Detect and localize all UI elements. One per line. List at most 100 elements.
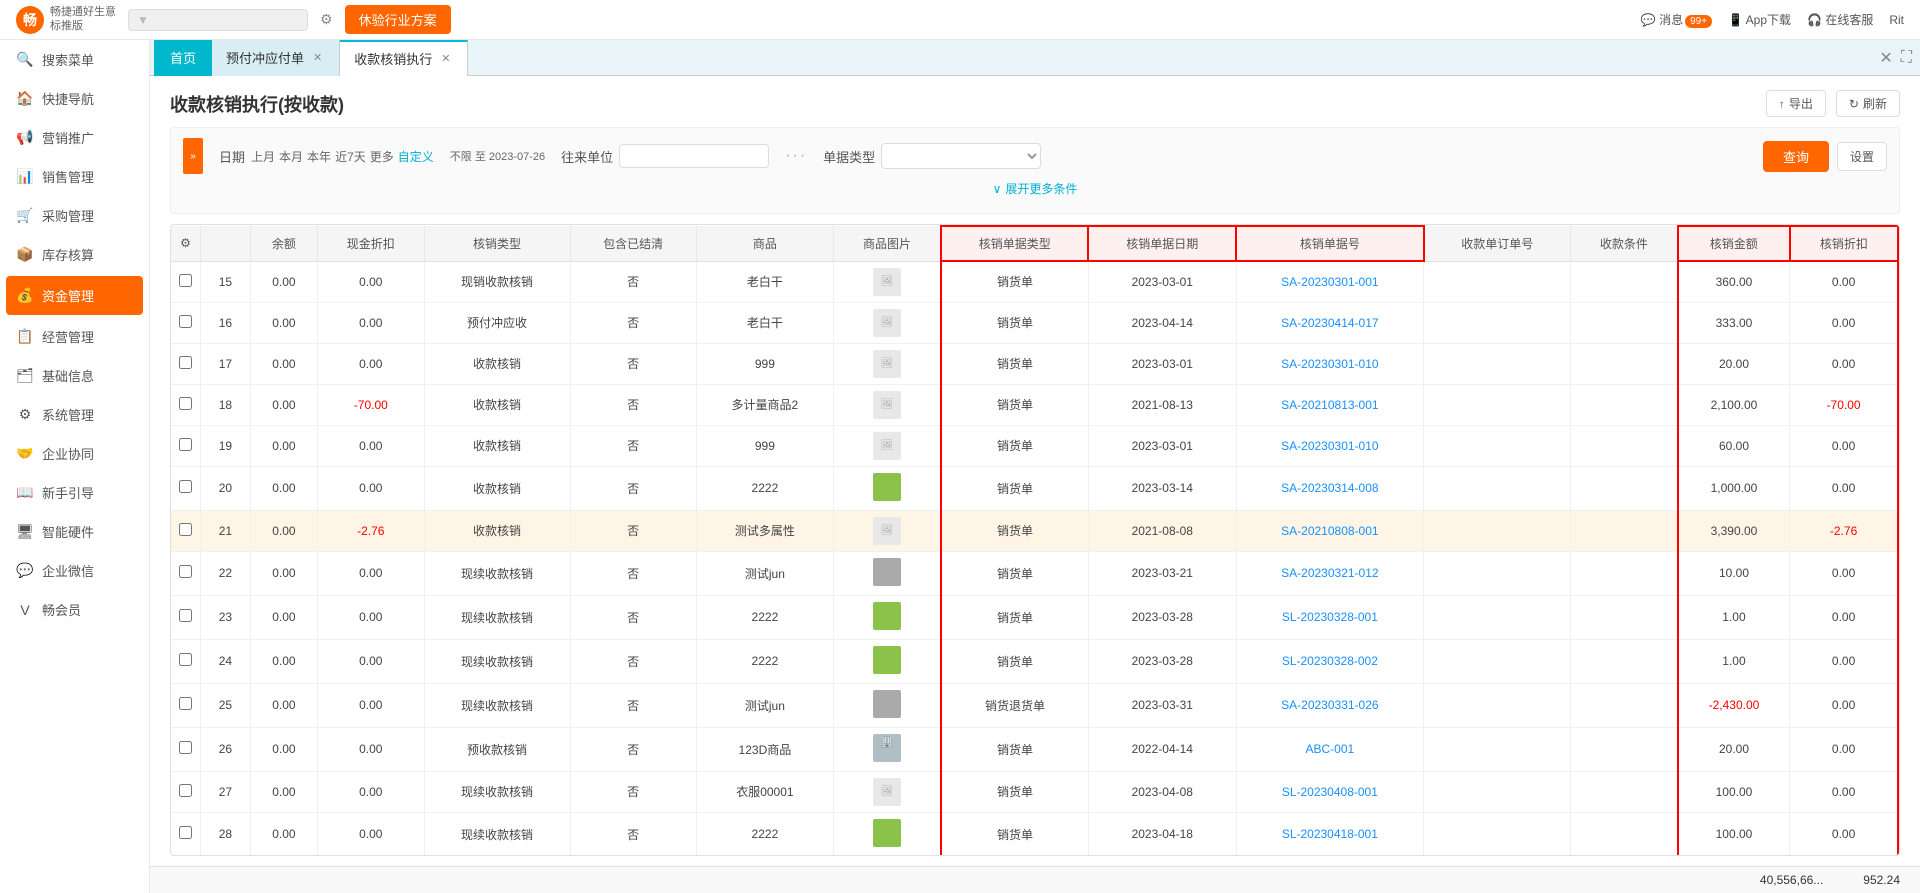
app-download-link[interactable]: 📱 App下载: [1728, 11, 1791, 28]
cell-checkbox[interactable]: [171, 384, 201, 425]
row-checkbox[interactable]: [179, 315, 192, 328]
row-checkbox[interactable]: [179, 826, 192, 839]
cell-checkbox[interactable]: [171, 639, 201, 683]
tab-home[interactable]: 首页: [154, 40, 212, 76]
expand-more-btn[interactable]: ∨ 展开更多条件: [993, 180, 1078, 197]
cancel-no-link[interactable]: SA-20230314-008: [1281, 481, 1378, 495]
cell-cancel-no[interactable]: SL-20230328-002: [1236, 639, 1424, 683]
tab-maximize-icon[interactable]: ⛶: [1901, 49, 1912, 67]
sidebar-item-system[interactable]: ⚙系统管理: [0, 395, 149, 434]
sidebar-item-corp[interactable]: 🤝企业协同: [0, 434, 149, 473]
top-search-input[interactable]: ▼: [128, 9, 308, 31]
sidebar-item-sales[interactable]: 📊销售管理: [0, 157, 149, 196]
row-checkbox[interactable]: [179, 609, 192, 622]
sidebar-item-smart-hw[interactable]: 🖥智能硬件: [0, 512, 149, 551]
export-button[interactable]: ↑ 导出: [1766, 90, 1826, 117]
row-checkbox[interactable]: [179, 697, 192, 710]
tab-prepay-close[interactable]: ✕: [310, 50, 325, 65]
settings-button[interactable]: 设置: [1837, 142, 1887, 171]
sidebar-item-marketing[interactable]: 📢营销推广: [0, 118, 149, 157]
tab-receipt[interactable]: 收款核销执行 ✕: [340, 40, 468, 76]
cancel-no-link[interactable]: SL-20230418-001: [1282, 827, 1378, 841]
cancel-no-link[interactable]: SA-20230301-001: [1281, 275, 1378, 289]
tab-close-all-icon[interactable]: ✕: [1879, 48, 1892, 68]
cell-checkbox[interactable]: [171, 683, 201, 727]
date-this-year[interactable]: 本年: [307, 148, 331, 165]
cell-checkbox[interactable]: [171, 302, 201, 343]
cell-cancel-no[interactable]: SL-20230418-001: [1236, 812, 1424, 856]
cell-checkbox[interactable]: [171, 425, 201, 466]
cell-checkbox[interactable]: [171, 466, 201, 510]
date-this-month[interactable]: 本月: [279, 148, 303, 165]
cell-cancel-no[interactable]: SA-20230321-012: [1236, 551, 1424, 595]
cell-cancel-no[interactable]: SA-20230301-010: [1236, 425, 1424, 466]
cancel-no-link[interactable]: SL-20230408-001: [1282, 785, 1378, 799]
cancel-no-link[interactable]: SL-20230328-002: [1282, 654, 1378, 668]
cancel-no-link[interactable]: SA-20230414-017: [1281, 316, 1378, 330]
row-checkbox[interactable]: [179, 653, 192, 666]
messages-link[interactable]: 💬 消息99+: [1641, 11, 1712, 28]
cancel-no-link[interactable]: ABC-001: [1306, 742, 1355, 756]
cancel-no-link[interactable]: SA-20210808-001: [1281, 524, 1378, 538]
row-checkbox[interactable]: [179, 274, 192, 287]
sidebar-item-inventory[interactable]: 📦库存核算: [0, 235, 149, 274]
gear-icon[interactable]: ⚙: [320, 11, 333, 28]
date-7days[interactable]: 近7天: [335, 148, 366, 165]
cancel-no-link[interactable]: SA-20230331-026: [1281, 698, 1378, 712]
cancel-no-link[interactable]: SA-20210813-001: [1281, 398, 1378, 412]
date-prev-month[interactable]: 上月: [251, 148, 275, 165]
sidebar-item-quick-nav[interactable]: 🏠快捷导航: [0, 79, 149, 118]
tab-prepay[interactable]: 预付冲应付单 ✕: [212, 40, 340, 76]
cancel-no-link[interactable]: SA-20230301-010: [1281, 357, 1378, 371]
product-img: [873, 473, 901, 501]
row-checkbox[interactable]: [179, 356, 192, 369]
sidebar-item-member[interactable]: V畅会员: [0, 590, 149, 629]
cell-checkbox[interactable]: [171, 510, 201, 551]
cell-cancel-no[interactable]: SA-20230314-008: [1236, 466, 1424, 510]
sidebar-item-purchase[interactable]: 🛒采购管理: [0, 196, 149, 235]
tab-receipt-close[interactable]: ✕: [438, 51, 453, 66]
refresh-button[interactable]: ↻ 刷新: [1836, 90, 1900, 117]
col-settings-icon[interactable]: ⚙: [171, 226, 201, 261]
online-service-link[interactable]: 🎧 在线客服: [1807, 11, 1873, 28]
row-checkbox[interactable]: [179, 480, 192, 493]
cancel-no-link[interactable]: SA-20230301-010: [1281, 439, 1378, 453]
row-checkbox[interactable]: [179, 741, 192, 754]
sidebar-item-operation[interactable]: 📋经营管理: [0, 317, 149, 356]
sidebar-item-wechat[interactable]: 💬企业微信: [0, 551, 149, 590]
cell-checkbox[interactable]: [171, 551, 201, 595]
sidebar-item-basic-info[interactable]: 🗂基础信息: [0, 356, 149, 395]
cell-cancel-no[interactable]: SA-20210813-001: [1236, 384, 1424, 425]
query-button[interactable]: 查询: [1763, 141, 1829, 172]
sidebar-item-finance[interactable]: 💰资金管理: [6, 276, 143, 315]
cell-checkbox[interactable]: [171, 595, 201, 639]
sidebar-item-search[interactable]: 🔍搜索菜单: [0, 40, 149, 79]
cell-cancel-no[interactable]: SA-20230301-001: [1236, 261, 1424, 302]
counterparty-input[interactable]: [619, 144, 769, 168]
cell-cancel-no[interactable]: SL-20230328-001: [1236, 595, 1424, 639]
filter-expand-btn[interactable]: »: [183, 138, 203, 174]
sidebar-item-newbie[interactable]: 📖新手引导: [0, 473, 149, 512]
row-checkbox[interactable]: [179, 523, 192, 536]
row-checkbox[interactable]: [179, 565, 192, 578]
industry-btn[interactable]: 休验行业方案: [345, 5, 451, 34]
cell-cancel-no[interactable]: SA-20210808-001: [1236, 510, 1424, 551]
date-more[interactable]: 更多: [370, 148, 394, 165]
row-checkbox[interactable]: [179, 784, 192, 797]
cell-checkbox[interactable]: [171, 343, 201, 384]
cell-checkbox[interactable]: [171, 261, 201, 302]
cell-checkbox[interactable]: [171, 771, 201, 812]
cancel-no-link[interactable]: SL-20230328-001: [1282, 610, 1378, 624]
cell-checkbox[interactable]: [171, 812, 201, 856]
cell-cancel-no[interactable]: SA-20230331-026: [1236, 683, 1424, 727]
cell-cancel-no[interactable]: SA-20230301-010: [1236, 343, 1424, 384]
row-checkbox[interactable]: [179, 397, 192, 410]
date-custom[interactable]: 自定义: [398, 148, 434, 165]
voucher-type-select[interactable]: [881, 143, 1041, 169]
cell-cancel-no[interactable]: SA-20230414-017: [1236, 302, 1424, 343]
cancel-no-link[interactable]: SA-20230321-012: [1281, 566, 1378, 580]
cell-checkbox[interactable]: [171, 727, 201, 771]
cell-cancel-no[interactable]: ABC-001: [1236, 727, 1424, 771]
cell-cancel-no[interactable]: SL-20230408-001: [1236, 771, 1424, 812]
row-checkbox[interactable]: [179, 438, 192, 451]
